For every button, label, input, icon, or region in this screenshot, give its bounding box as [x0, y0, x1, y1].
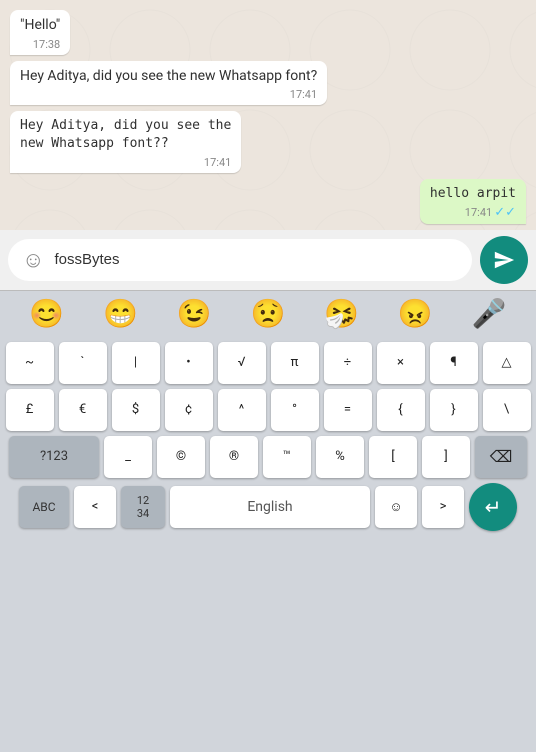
key-lt[interactable]: <: [74, 486, 116, 528]
message-bubble: Hey Aditya, did you see the new Whatsapp…: [10, 61, 327, 106]
key-degree[interactable]: °: [271, 389, 319, 431]
key-sqrt[interactable]: √: [218, 342, 266, 384]
key-pound[interactable]: £: [6, 389, 54, 431]
message-time: 17:41: [204, 156, 231, 169]
message-text: hello arpit: [430, 185, 516, 203]
message-bubble: "Hello" 17:38: [10, 10, 70, 55]
key-space[interactable]: English: [170, 486, 370, 528]
message-time: 17:38: [33, 38, 60, 51]
key-emoticon[interactable]: ☺: [375, 486, 417, 528]
emoji-kiss[interactable]: 🤧: [324, 297, 359, 330]
key-multiply[interactable]: ×: [377, 342, 425, 384]
message-input[interactable]: [54, 251, 458, 268]
smiley-icon[interactable]: ☺: [22, 247, 44, 273]
input-area: ☺: [0, 230, 536, 290]
key-row-4: ABC < 1234 English ☺ > ↵: [4, 483, 532, 531]
message-meta: 17:38: [20, 38, 60, 51]
message-text: Hey Aditya, did you see thenew Whatsapp …: [20, 117, 231, 153]
key-backslash[interactable]: \: [483, 389, 531, 431]
key-row-3: ?123 _ © ® ™ % [ ] ⌫: [4, 436, 532, 478]
key-rbrace[interactable]: }: [430, 389, 478, 431]
key-pipe[interactable]: |: [112, 342, 160, 384]
key-rbracket[interactable]: ]: [422, 436, 470, 478]
key-divide[interactable]: ÷: [324, 342, 372, 384]
message-text: "Hello": [20, 16, 60, 36]
message-meta: 17:41: [20, 88, 317, 101]
send-button[interactable]: [480, 236, 528, 284]
message-time: 17:41: [290, 88, 317, 101]
key-abc[interactable]: ABC: [19, 486, 69, 528]
key-dollar[interactable]: $: [112, 389, 160, 431]
key-bullet[interactable]: •: [165, 342, 213, 384]
key-cent[interactable]: ¢: [165, 389, 213, 431]
key-backtick[interactable]: `: [59, 342, 107, 384]
message-ticks: ✓✓: [494, 205, 516, 220]
key-caret[interactable]: ^: [218, 389, 266, 431]
key-euro[interactable]: €: [59, 389, 107, 431]
message-meta: 17:41: [20, 156, 231, 169]
key-equals[interactable]: =: [324, 389, 372, 431]
mic-icon[interactable]: 🎤: [472, 297, 507, 330]
emoji-wink[interactable]: 😉: [177, 297, 212, 330]
key-lbrace[interactable]: {: [377, 389, 425, 431]
send-icon: [493, 249, 515, 271]
key-copyright[interactable]: ©: [157, 436, 205, 478]
key-lbracket[interactable]: [: [369, 436, 417, 478]
key-tilde[interactable]: ~: [6, 342, 54, 384]
key-gt[interactable]: >: [422, 486, 464, 528]
message-bubble: hello arpit 17:41 ✓✓: [420, 179, 526, 224]
emoji-row: 😊 😁 😉 😟 🤧 😠 🎤: [0, 290, 536, 336]
message-input-box[interactable]: ☺: [8, 239, 472, 281]
message-time: 17:41: [465, 206, 492, 219]
emoji-smiley[interactable]: 😊: [29, 297, 64, 330]
key-enter[interactable]: ↵: [469, 483, 517, 531]
key-row-1: ~ ` | • √ π ÷ × ¶ △: [4, 342, 532, 384]
emoji-sad[interactable]: 😟: [251, 297, 286, 330]
key-numbers[interactable]: 1234: [121, 486, 165, 528]
key-row-2: £ € $ ¢ ^ ° = { } \: [4, 389, 532, 431]
key-num-switch[interactable]: ?123: [9, 436, 99, 478]
key-percent[interactable]: %: [316, 436, 364, 478]
key-delete[interactable]: ⌫: [475, 436, 527, 478]
key-pi[interactable]: π: [271, 342, 319, 384]
message-bubble: Hey Aditya, did you see thenew Whatsapp …: [10, 111, 241, 172]
key-registered[interactable]: ®: [210, 436, 258, 478]
message-meta: 17:41 ✓✓: [430, 205, 516, 220]
emoji-grin[interactable]: 😁: [103, 297, 138, 330]
chat-area: "Hello" 17:38 Hey Aditya, did you see th…: [0, 0, 536, 230]
key-pilcrow[interactable]: ¶: [430, 342, 478, 384]
message-text: Hey Aditya, did you see the new Whatsapp…: [20, 67, 317, 87]
keyboard: ~ ` | • √ π ÷ × ¶ △ £ € $ ¢ ^ ° = { } \ …: [0, 336, 536, 752]
key-trademark[interactable]: ™: [263, 436, 311, 478]
key-underscore[interactable]: _: [104, 436, 152, 478]
key-triangle[interactable]: △: [483, 342, 531, 384]
emoji-angry[interactable]: 😠: [398, 297, 433, 330]
